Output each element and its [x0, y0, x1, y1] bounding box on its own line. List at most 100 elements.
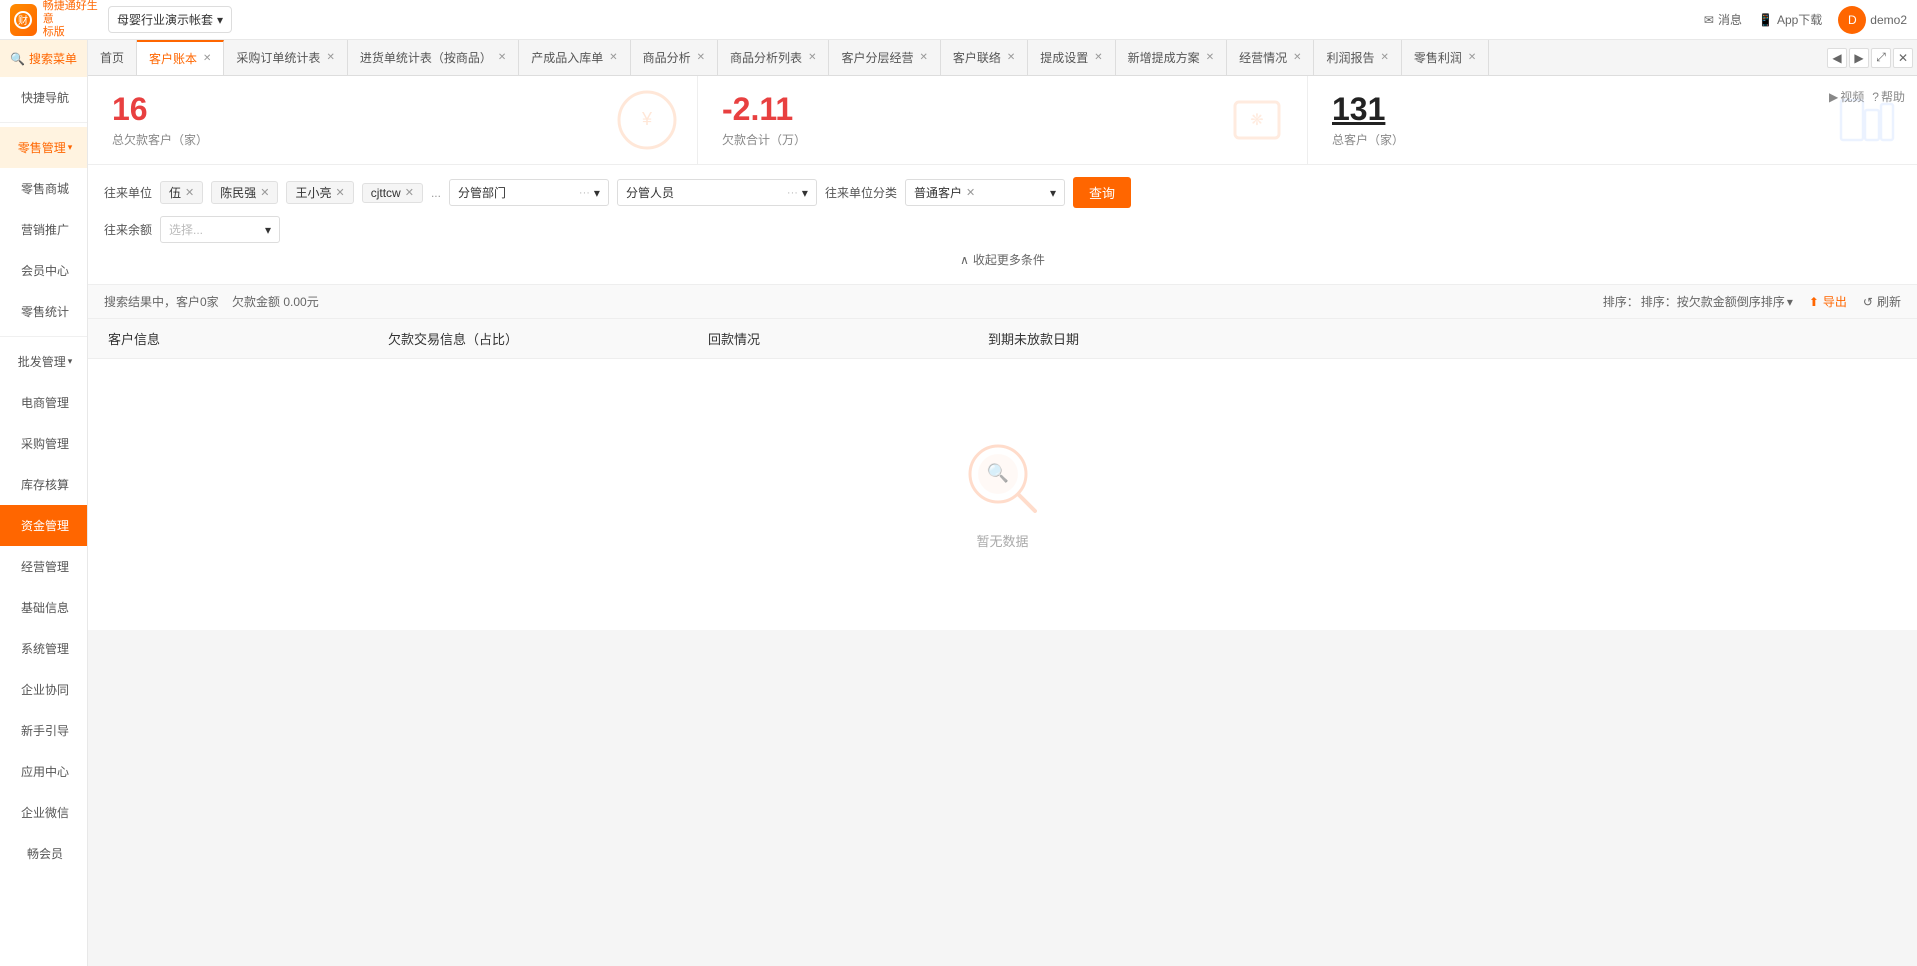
top-right-area: ✉ 消息 📱 App下载 D demo2 [1704, 6, 1907, 34]
filter-person-extra: ··· [787, 187, 798, 199]
sidebar-item-basic-info[interactable]: 基础信息 [0, 587, 87, 628]
tab-close-accounts-receivable[interactable]: ✕ [203, 53, 211, 64]
tab-close-purchase-order-stats[interactable]: ✕ [326, 52, 334, 63]
tab-product-analysis-list[interactable]: 商品分析列表 ✕ [718, 40, 829, 76]
tab-customer-contact[interactable]: 客户联络 ✕ [941, 40, 1028, 76]
store-selector[interactable]: 母婴行业演示帐套 ▾ [108, 6, 232, 33]
filter-tag-wu-close[interactable]: ✕ [185, 186, 194, 199]
tab-close-customer-contact[interactable]: ✕ [1007, 52, 1015, 63]
message-btn[interactable]: ✉ 消息 [1704, 11, 1742, 28]
col-customer-info: 客户信息 [104, 329, 384, 348]
tab-profit-report[interactable]: 利润报告 ✕ [1314, 40, 1401, 76]
stat-video-help: ▶ 视频 ? 帮助 [1829, 88, 1905, 105]
results-summary: 搜索结果中，客户0家 欠款金额 0.00元 [104, 293, 319, 310]
sidebar-item-wholesale-mgmt[interactable]: 批发管理▾ [0, 341, 87, 382]
help-link[interactable]: ? 帮助 [1872, 88, 1905, 105]
filter-tag-chen-close[interactable]: ✕ [260, 186, 269, 199]
filter-row-1: 往来单位 伍 ✕ 陈民强 ✕ 王小亮 ✕ cjttcw [104, 177, 1901, 208]
tab-close-business-situation[interactable]: ✕ [1293, 52, 1301, 63]
tab-purchase-stats-by-product[interactable]: 进货单统计表（按商品） ✕ [348, 40, 519, 76]
tab-product-warehousing[interactable]: 产成品入库单 ✕ [519, 40, 630, 76]
collapse-btn[interactable]: ∧ 收起更多条件 [104, 251, 1901, 268]
col-due-date: 到期未放款日期 [984, 329, 1901, 348]
filter-more-tags[interactable]: ... [431, 186, 441, 200]
tab-close-purchase-stats[interactable]: ✕ [498, 52, 506, 63]
sort-select[interactable]: 排序： 排序：按欠款金额倒序排序 ▾ [1603, 293, 1793, 310]
filter-row-2: 往来余额 选择... ▾ [104, 216, 1901, 243]
tab-purchase-order-stats[interactable]: 采购订单统计表 ✕ [224, 40, 347, 76]
tab-close-product-warehousing[interactable]: ✕ [609, 52, 617, 63]
video-link[interactable]: ▶ 视频 [1829, 88, 1864, 105]
user-menu[interactable]: D demo2 [1838, 6, 1907, 34]
empty-text: 暂无数据 [976, 531, 1028, 550]
sidebar-item-ecommerce-mgmt[interactable]: 电商管理 [0, 382, 87, 423]
tab-business-situation[interactable]: 经营情况 ✕ [1227, 40, 1314, 76]
tab-close-product-analysis[interactable]: ✕ [697, 52, 705, 63]
tab-nav-buttons: ◀ ▶ ⤢ ✕ [1823, 48, 1917, 68]
sidebar-divider [0, 122, 87, 123]
sidebar-item-member-center[interactable]: 会员中心 [0, 250, 87, 291]
filter-tag-category: 普通客户 ✕ [914, 184, 975, 201]
sidebar-item-app-center[interactable]: 应用中心 [0, 751, 87, 792]
filter-tag-wang-close[interactable]: ✕ [336, 186, 345, 199]
query-button[interactable]: 查询 [1073, 177, 1131, 208]
content-area: 首页 客户账本 ✕ 采购订单统计表 ✕ 进货单统计表（按商品） ✕ 产成品入库单… [88, 40, 1917, 966]
tab-home[interactable]: 首页 [88, 40, 137, 76]
sidebar-item-capital-mgmt[interactable]: 资金管理 [0, 505, 87, 546]
sidebar-item-newbie-guide[interactable]: 新手引导 [0, 710, 87, 751]
col-overdue-info: 欠款交易信息（占比） [384, 329, 704, 348]
sidebar-item-enterprise-wechat[interactable]: 企业微信 [0, 792, 87, 833]
stat-card-overdue-amount: ❋ -2.11 欠款合计（万） [698, 76, 1308, 164]
sidebar-item-purchase-mgmt[interactable]: 采购管理 [0, 423, 87, 464]
stat-card-overdue-customers: ¥ 16 总欠款客户（家） [88, 76, 698, 164]
tab-scroll-right[interactable]: ▶ [1849, 48, 1869, 68]
app-download-icon: 📱 [1758, 13, 1773, 27]
export-button[interactable]: ⬆ 导出 [1809, 293, 1847, 310]
chevron-down-icon-balance: ▾ [265, 223, 271, 237]
tab-promotion-settings[interactable]: 提成设置 ✕ [1028, 40, 1115, 76]
tab-scroll-left[interactable]: ◀ [1827, 48, 1847, 68]
tab-retail-profit[interactable]: 零售利润 ✕ [1402, 40, 1489, 76]
sidebar-item-retail-mgmt[interactable]: 零售管理▾ [0, 127, 87, 168]
filter-person-select[interactable]: 分管人员 ··· ▾ [617, 179, 817, 206]
refresh-button[interactable]: ↺ 刷新 [1863, 293, 1901, 310]
app-download-btn[interactable]: 📱 App下载 [1758, 11, 1822, 28]
filter-department-select[interactable]: 分管部门 ··· ▾ [449, 179, 609, 206]
svg-text:财: 财 [18, 14, 28, 27]
tab-close-customer-stratification[interactable]: ✕ [919, 52, 927, 63]
sidebar-item-sys-mgmt[interactable]: 系统管理 [0, 628, 87, 669]
tab-close-retail-profit[interactable]: ✕ [1468, 52, 1476, 63]
tab-close-profit-report[interactable]: ✕ [1381, 52, 1389, 63]
tab-accounts-receivable[interactable]: 客户账本 ✕ [137, 40, 224, 76]
sidebar-item-ops-mgmt[interactable]: 经营管理 [0, 546, 87, 587]
svg-text:🔍: 🔍 [986, 461, 1008, 483]
logo: 财 畅捷通好生意 标版 [10, 0, 98, 39]
filter-tag-category-close[interactable]: ✕ [966, 186, 975, 199]
sidebar-item-retail-stats[interactable]: 零售统计 [0, 291, 87, 332]
tab-fullscreen[interactable]: ⤢ [1871, 48, 1891, 68]
sidebar-item-retail-shop[interactable]: 零售商城 [0, 168, 87, 209]
sidebar-search[interactable]: 🔍 搜索菜单 [0, 40, 87, 77]
results-bar-right: 排序： 排序：按欠款金额倒序排序 ▾ ⬆ 导出 ↺ 刷新 [1603, 293, 1901, 310]
sidebar-item-marketing[interactable]: 营销推广 [0, 209, 87, 250]
tab-close-product-analysis-list[interactable]: ✕ [808, 52, 816, 63]
tab-product-analysis[interactable]: 商品分析 ✕ [631, 40, 718, 76]
filter-tag-cjttcw-close[interactable]: ✕ [405, 186, 414, 199]
sidebar-item-member-vip[interactable]: 畅会员 [0, 833, 87, 874]
sidebar-item-inventory[interactable]: 库存核算 [0, 464, 87, 505]
filter-unit-label: 往来单位 [104, 184, 152, 201]
filter-balance-select[interactable]: 选择... ▾ [160, 216, 280, 243]
stat-value-overdue-amount: -2.11 [722, 92, 806, 127]
tab-customer-stratification[interactable]: 客户分层经营 ✕ [829, 40, 940, 76]
filter-category-select[interactable]: 普通客户 ✕ ▾ [905, 179, 1065, 206]
tab-close-new-promotion[interactable]: ✕ [1206, 52, 1214, 63]
col-repayment: 回款情况 [704, 329, 984, 348]
chevron-down-icon-dept: ▾ [594, 186, 600, 200]
tab-new-promotion[interactable]: 新增提成方案 ✕ [1116, 40, 1227, 76]
sidebar-item-enterprise-coop[interactable]: 企业协同 [0, 669, 87, 710]
logo-icon: 财 [10, 4, 37, 36]
tab-close-promotion-settings[interactable]: ✕ [1094, 52, 1102, 63]
tab-close-all[interactable]: ✕ [1893, 48, 1913, 68]
sidebar-item-quick-nav[interactable]: 快捷导航 [0, 77, 87, 118]
sidebar-divider2 [0, 336, 87, 337]
